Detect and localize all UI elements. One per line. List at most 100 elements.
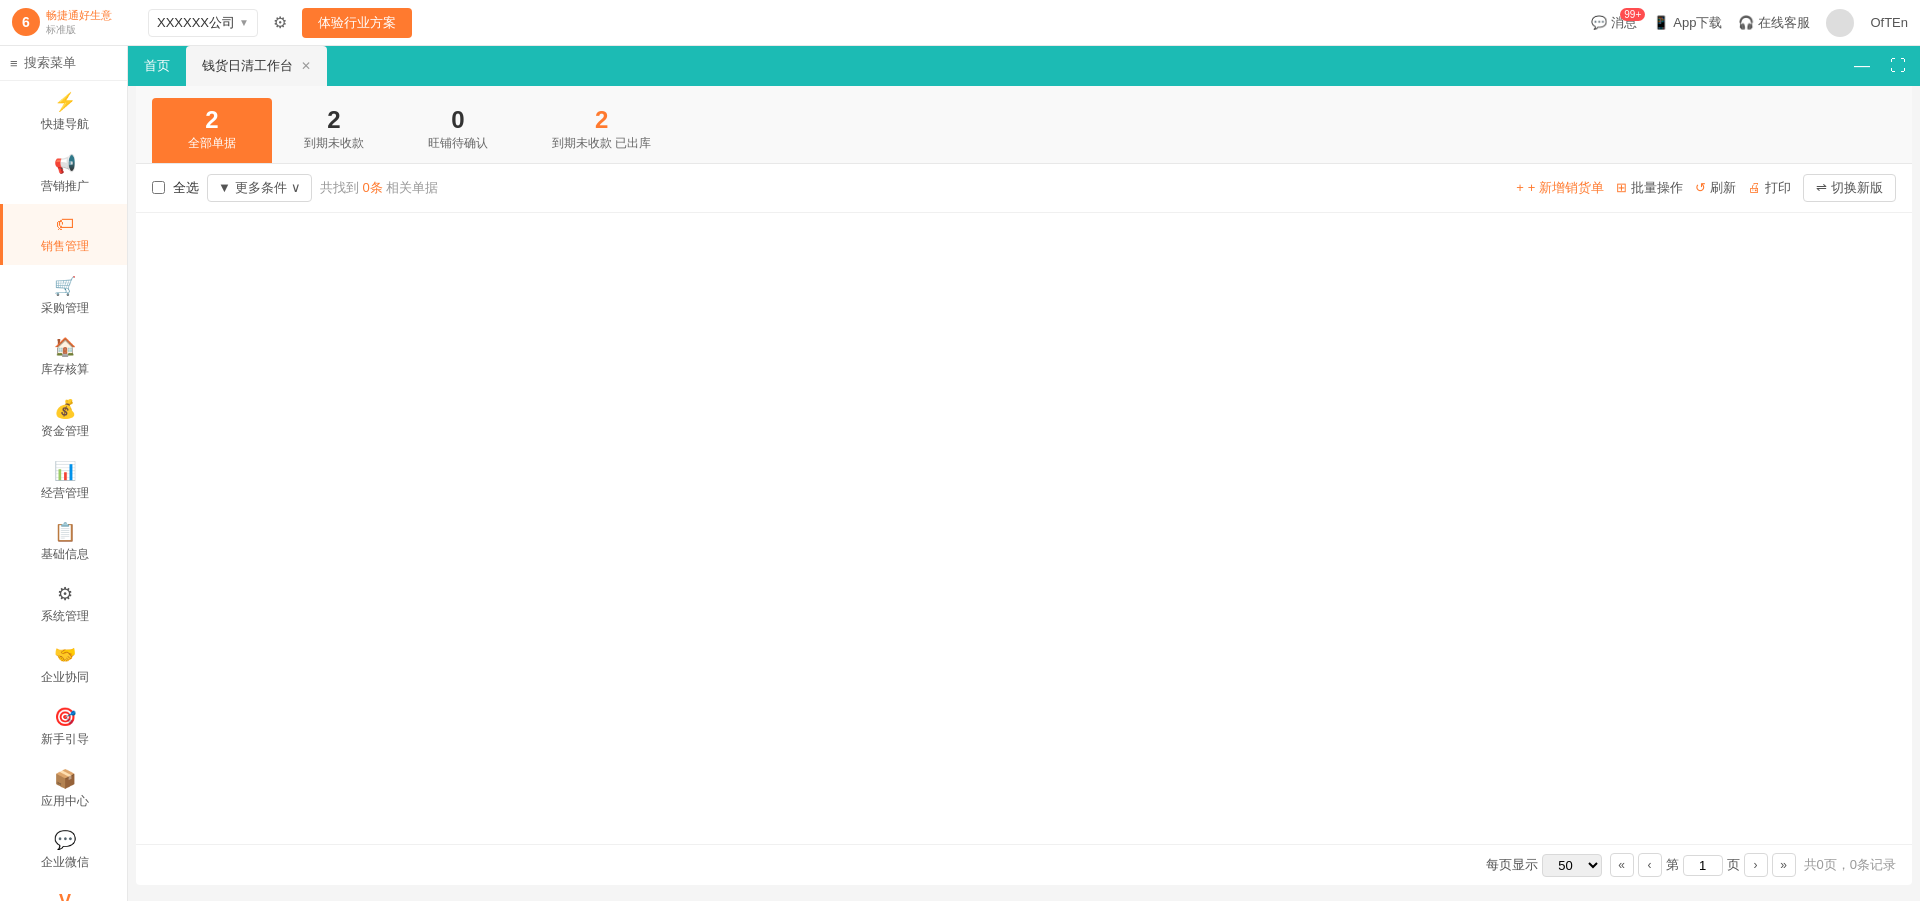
select-all-checkbox[interactable] <box>152 181 165 194</box>
stat-shipped-number: 2 <box>595 106 608 135</box>
toolbar-right: + + 新增销货单 ⊞ 批量操作 ↺ 刷新 🖨 打印 ⇌ 切换新版 <box>1516 174 1896 202</box>
page-size-selector: 每页显示 50 100 200 <box>1486 854 1602 877</box>
per-page-label: 每页显示 <box>1486 856 1538 874</box>
sales-icon: 🏷 <box>56 214 74 235</box>
sidebar-item-inventory[interactable]: 🏠 库存核算 <box>0 326 127 388</box>
toolbar: 全选 ▼ 更多条件 ∨ 共找到 0条 相关单据 + + 新增销货单 <box>136 164 1912 213</box>
tab-close-icon[interactable]: ✕ <box>301 59 311 73</box>
sidebar-item-quick-nav[interactable]: ⚡ 快捷导航 <box>0 81 127 143</box>
tab-minimize-btn[interactable]: — <box>1848 52 1876 80</box>
found-prefix: 共找到 <box>320 180 359 195</box>
gear-icon: ⚙ <box>273 13 287 32</box>
sidebar-item-wechat[interactable]: 💬 企业微信 <box>0 819 127 881</box>
stat-tab-wangpu[interactable]: 0 旺铺待确认 <box>396 98 520 163</box>
sidebar-label-finance: 资金管理 <box>41 424 89 440</box>
switch-label: 切换新版 <box>1831 179 1883 197</box>
last-page-btn[interactable]: » <box>1772 853 1796 877</box>
sidebar-item-vip[interactable]: V 畅会员 <box>0 881 127 901</box>
sidebar-item-app-center[interactable]: 📦 应用中心 <box>0 758 127 820</box>
sidebar: ≡ 搜索菜单 ⚡ 快捷导航 📢 营销推广 🏷 销售管理 🛒 采购管理 🏠 库存核… <box>0 0 128 901</box>
quick-nav-icon: ⚡ <box>54 91 76 113</box>
sidebar-item-system[interactable]: ⚙ 系统管理 <box>0 573 127 635</box>
sidebar-search[interactable]: ≡ 搜索菜单 <box>0 46 127 81</box>
batch-label: 批量操作 <box>1631 179 1683 197</box>
message-action[interactable]: 💬 消息 99+ <box>1591 14 1637 32</box>
basic-info-icon: 📋 <box>54 521 76 543</box>
refresh-icon: ↺ <box>1695 180 1706 195</box>
avatar[interactable] <box>1826 9 1854 37</box>
refresh-button[interactable]: ↺ 刷新 <box>1695 179 1736 197</box>
sidebar-label-system: 系统管理 <box>41 609 89 625</box>
cooperation-icon: 🤝 <box>54 644 76 666</box>
inventory-icon: 🏠 <box>54 336 76 358</box>
sidebar-item-basic-info[interactable]: 📋 基础信息 <box>0 511 127 573</box>
stat-overdue-number: 2 <box>327 106 340 135</box>
batch-operation-button[interactable]: ⊞ 批量操作 <box>1616 179 1683 197</box>
found-text: 共找到 0条 相关单据 <box>320 179 438 197</box>
top-header: 6 畅捷通好生意 标准版 XXXXXX公司 ▼ ⚙ 体验行业方案 💬 消息 99… <box>0 0 1920 46</box>
pagination-bar: 每页显示 50 100 200 « ‹ 第 页 › » 共0页，0条记录 <box>136 844 1912 885</box>
chevron-down-icon: ▼ <box>239 17 249 28</box>
prev-page-btn[interactable]: ‹ <box>1638 853 1662 877</box>
print-button[interactable]: 🖨 打印 <box>1748 179 1791 197</box>
tab-home[interactable]: 首页 <box>128 46 186 86</box>
download-icon: 📱 <box>1653 15 1669 30</box>
settings-button[interactable]: ⚙ <box>266 9 294 37</box>
add-label: + 新增销货单 <box>1528 179 1604 197</box>
page-label: 第 <box>1666 856 1679 874</box>
switch-version-button[interactable]: ⇌ 切换新版 <box>1803 174 1896 202</box>
first-page-btn[interactable]: « <box>1610 853 1634 877</box>
stat-shipped-desc: 到期未收款 已出库 <box>552 135 651 152</box>
online-service-action[interactable]: 🎧 在线客服 <box>1738 14 1810 32</box>
table-area <box>136 213 1912 844</box>
toolbar-left: 全选 ▼ 更多条件 ∨ 共找到 0条 相关单据 <box>152 174 1508 202</box>
username[interactable]: OfTEn <box>1870 15 1908 30</box>
per-page-select[interactable]: 50 100 200 <box>1542 854 1602 877</box>
header-right: 💬 消息 99+ 📱 App下载 🎧 在线客服 OfTEn <box>1591 9 1908 37</box>
content-area: 2 全部单据 2 到期未收款 0 旺铺待确认 2 到期未收款 已出库 全选 <box>136 86 1912 885</box>
sidebar-item-purchase[interactable]: 🛒 采购管理 <box>0 265 127 327</box>
sidebar-item-guide[interactable]: 🎯 新手引导 <box>0 696 127 758</box>
home-tab-label: 首页 <box>144 57 170 75</box>
chevron-icon: ∨ <box>291 180 301 195</box>
page-suffix: 页 <box>1727 856 1740 874</box>
tab-maximize-btn[interactable]: ⛶ <box>1884 52 1912 80</box>
app-download-action[interactable]: 📱 App下载 <box>1653 14 1722 32</box>
stat-overdue-desc: 到期未收款 <box>304 135 364 152</box>
stat-tab-overdue[interactable]: 2 到期未收款 <box>272 98 396 163</box>
sidebar-item-cooperation[interactable]: 🤝 企业协同 <box>0 634 127 696</box>
batch-icon: ⊞ <box>1616 180 1627 195</box>
tab-daily-work[interactable]: 钱货日清工作台 ✕ <box>186 46 327 86</box>
sidebar-label-operations: 经营管理 <box>41 486 89 502</box>
finance-icon: 💰 <box>54 398 76 420</box>
next-page-btn[interactable]: › <box>1744 853 1768 877</box>
sidebar-item-finance[interactable]: 💰 资金管理 <box>0 388 127 450</box>
sidebar-item-marketing[interactable]: 📢 营销推广 <box>0 143 127 205</box>
app-download-label: App下载 <box>1673 14 1722 32</box>
print-label: 打印 <box>1765 179 1791 197</box>
found-suffix: 相关单据 <box>386 180 438 195</box>
daily-work-tab-label: 钱货日清工作台 <box>202 57 293 75</box>
sidebar-item-sales[interactable]: 🏷 销售管理 <box>0 204 127 265</box>
page-input[interactable] <box>1683 855 1723 876</box>
stat-tab-shipped[interactable]: 2 到期未收款 已出库 <box>520 98 683 163</box>
main-content: 2 全部单据 2 到期未收款 0 旺铺待确认 2 到期未收款 已出库 全选 <box>128 86 1920 901</box>
tab-bar: 首页 钱货日清工作台 ✕ — ⛶ <box>128 46 1920 86</box>
search-menu-label: 搜索菜单 <box>24 54 76 72</box>
logo-text: 畅捷通好生意 <box>46 8 112 22</box>
sidebar-label-guide: 新手引导 <box>41 732 89 748</box>
stat-tab-all[interactable]: 2 全部单据 <box>152 98 272 163</box>
guide-icon: 🎯 <box>54 706 76 728</box>
header-left: 6 畅捷通好生意 标准版 XXXXXX公司 ▼ ⚙ 体验行业方案 <box>12 8 412 38</box>
filter-button[interactable]: ▼ 更多条件 ∨ <box>207 174 312 202</box>
refresh-label: 刷新 <box>1710 179 1736 197</box>
company-selector[interactable]: XXXXXX公司 ▼ <box>148 9 258 37</box>
sidebar-label-quick-nav: 快捷导航 <box>41 117 89 133</box>
sidebar-item-operations[interactable]: 📊 经营管理 <box>0 450 127 512</box>
wechat-icon: 💬 <box>54 829 76 851</box>
trial-btn[interactable]: 体验行业方案 <box>302 8 412 38</box>
found-count: 0条 <box>363 180 383 195</box>
logo-icon: 6 <box>12 8 40 36</box>
add-order-button[interactable]: + + 新增销货单 <box>1516 179 1604 197</box>
sidebar-label-sales: 销售管理 <box>41 239 89 255</box>
